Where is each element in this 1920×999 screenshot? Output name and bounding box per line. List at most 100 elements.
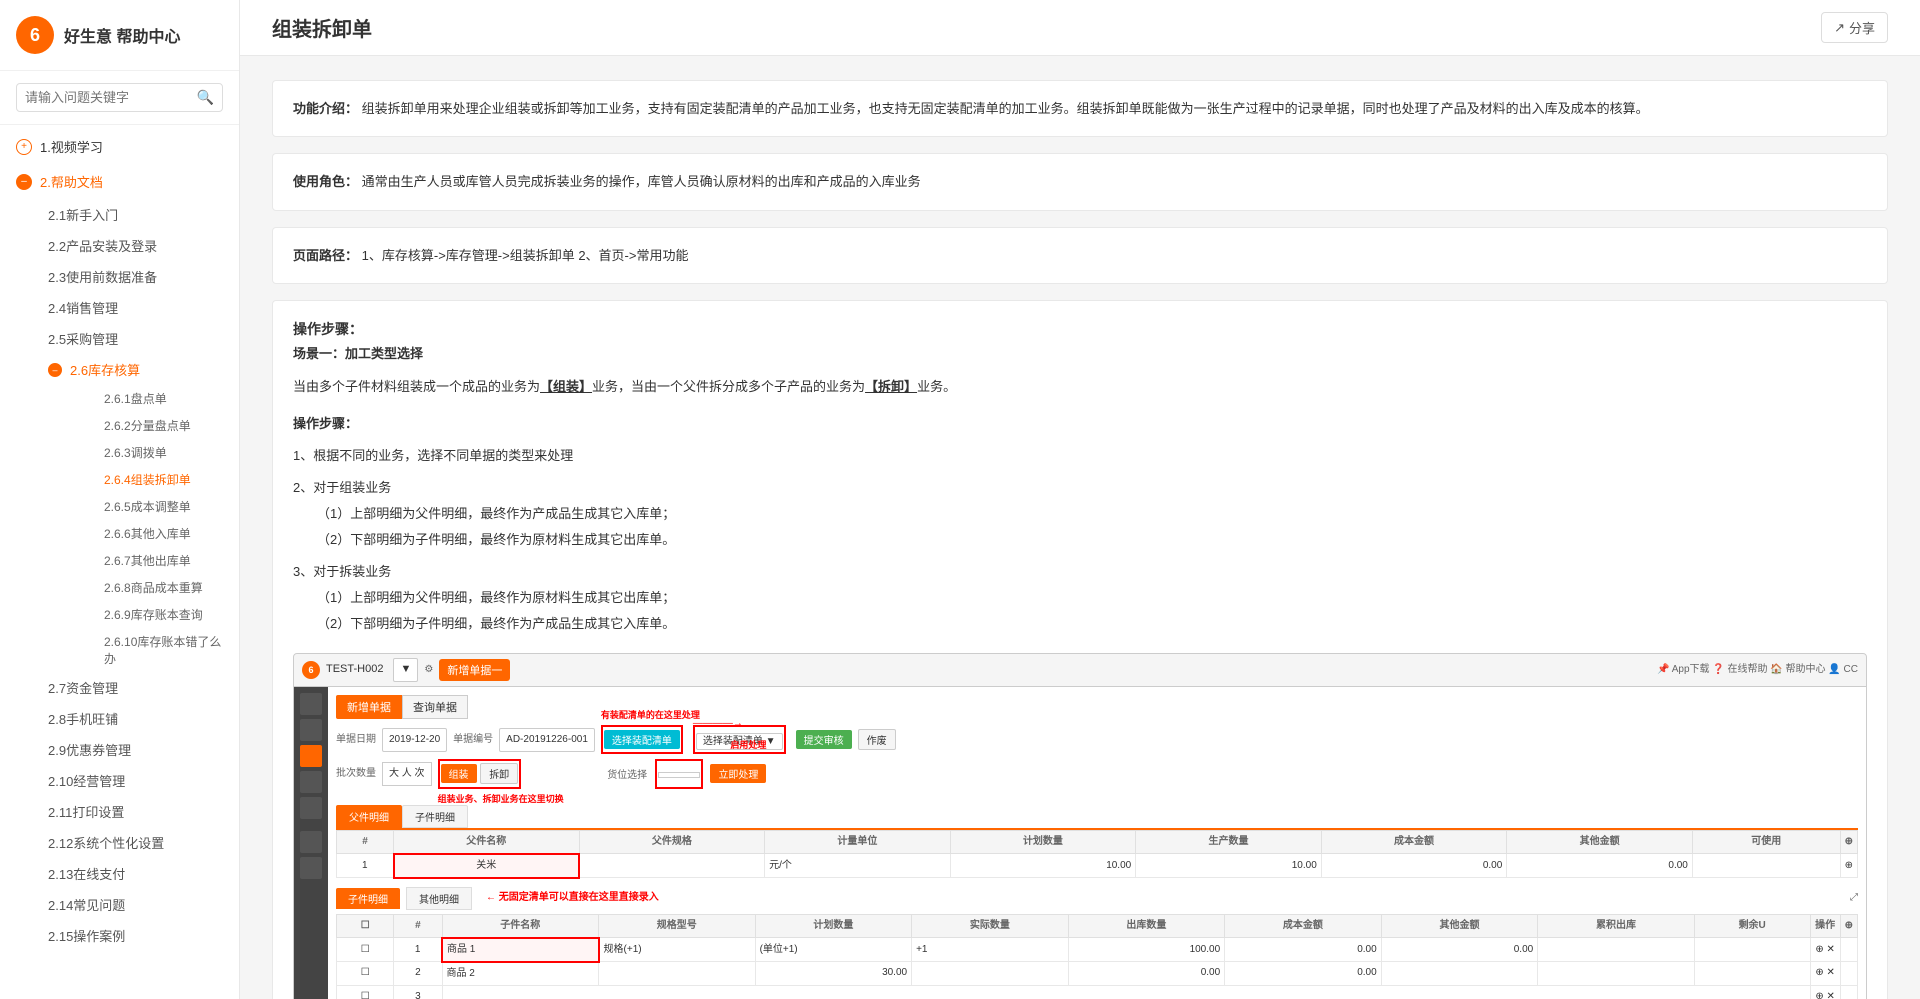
app-confirm-btn[interactable]: 立即处理 xyxy=(710,764,766,783)
sidebar-item-cost-reset[interactable]: 2.6.8商品成本重算 xyxy=(96,574,239,601)
cth-num: # xyxy=(394,914,442,938)
parent-header-row: # 父件名称 父件规格 计量单位 计划数量 生产数量 成本金额 其他金额 可使用 xyxy=(337,830,1858,854)
nav-icon-3[interactable] xyxy=(300,745,322,767)
app-tab-new[interactable]: 新增单据 xyxy=(336,695,402,719)
sidebar-item-install[interactable]: 2.2产品安装及登录 xyxy=(40,230,239,261)
child-table: ☐ # 子件名称 规格型号 计划数量 实际数量 出库数量 成本金额 其他金额 xyxy=(336,914,1858,999)
sidebar-item-sales[interactable]: 2.4销售管理 xyxy=(40,292,239,323)
th-action: ⊕ xyxy=(1840,830,1857,854)
app-assembly-toggle[interactable]: 组装 xyxy=(441,764,477,783)
input-num[interactable]: 大 人 次 xyxy=(382,762,432,786)
cth-action: 操作 xyxy=(1810,914,1840,938)
sidebar-label-inventory: 2.6库存核算 xyxy=(70,360,140,379)
td-cost: 0.00 xyxy=(1321,854,1507,878)
sidebar-item-mobile[interactable]: 2.8手机旺铺 xyxy=(40,703,239,734)
sidebar: 6 好生意 帮助中心 🔍 + 1.视频学习 – 2.帮助文档 2.1新手入门 2… xyxy=(0,0,240,999)
sidebar-item-other-out[interactable]: 2.6.7其他出库单 xyxy=(96,547,239,574)
child-section: 子件明细 其他明细 ← 无固定清单可以直接在这里直接录入 ⤢ xyxy=(336,887,1858,910)
sidebar-item-fund[interactable]: 2.7资金管理 xyxy=(40,672,239,703)
logo-area: 6 好生意 帮助中心 xyxy=(0,0,239,71)
table-row: 1 关米 元/个 10.00 10.00 0.00 0.00 xyxy=(337,854,1858,878)
tab-parent[interactable]: 父件明细 xyxy=(336,805,402,828)
parent-table: # 父件名称 父件规格 计量单位 计划数量 生产数量 成本金额 其他金额 可使用 xyxy=(336,830,1858,879)
th-parent-spec: 父件规格 xyxy=(579,830,765,854)
sidebar-item-coupon[interactable]: 2.9优惠券管理 xyxy=(40,734,239,765)
nav-icon-7[interactable] xyxy=(300,857,322,879)
form-row-2: 批次数量 大 人 次 组装 拆卸 组装业务、拆卸业务在这里切换 xyxy=(336,759,1858,788)
td-parent-name[interactable]: 关米 xyxy=(394,854,580,878)
label-date: 单据日期 xyxy=(336,731,376,749)
app-submit-btn[interactable]: 提交审核 xyxy=(796,730,852,749)
input-date[interactable]: 2019-12-20 xyxy=(382,728,447,752)
sidebar-item-personalize[interactable]: 2.12系统个性化设置 xyxy=(40,827,239,858)
app-left-nav xyxy=(294,687,328,999)
app-dropdown[interactable]: ▼ xyxy=(393,658,418,682)
sidebar-item-inventory[interactable]: – 2.6库存核算 xyxy=(40,354,239,385)
sidebar-item-other-in[interactable]: 2.6.6其他入库单 xyxy=(96,520,239,547)
tab-child-material[interactable]: 子件明细 xyxy=(336,888,400,909)
scene1-desc: 当由多个子件材料组装成一个成品的业务为【组装】业务，当由一个父件拆分成多个子产品… xyxy=(293,374,1867,400)
parent-table-body: 1 关米 元/个 10.00 10.00 0.00 0.00 xyxy=(337,854,1858,878)
td-action[interactable]: ⊕ xyxy=(1840,854,1857,878)
app-icons-group: ⚙ xyxy=(424,661,433,679)
label-num: 批次数量 xyxy=(336,765,376,783)
tab-material[interactable]: 子件明细 xyxy=(402,805,468,828)
share-button[interactable]: ↗ 分享 xyxy=(1821,12,1888,43)
step1: 1、根据不同的业务，选择不同单据的类型来处理 xyxy=(293,443,1867,469)
search-area: 🔍 xyxy=(0,71,239,125)
intro-block: 功能介绍： 组装拆卸单用来处理企业组装或拆卸等加工业务，支持有固定装配清单的产品… xyxy=(272,80,1888,137)
inventory-prefix: – xyxy=(48,363,62,377)
sidebar-item-cost-adjust[interactable]: 2.6.5成本调整单 xyxy=(96,493,239,520)
th-parent-name: 父件名称 xyxy=(394,830,580,854)
sidebar-item-cases[interactable]: 2.15操作案例 xyxy=(40,920,239,951)
sidebar-item-stock-split[interactable]: 2.6.2分量盘点单 xyxy=(96,412,239,439)
app-logo: 6 xyxy=(302,661,320,679)
app-refresh-icon[interactable]: ⚙ xyxy=(424,661,433,679)
app-screenshot: 6 TEST-H002 ▼ ⚙ 新增单据一 📌 App下载 ❓ 在线帮助 🏠 帮… xyxy=(293,653,1867,999)
tab-child-other[interactable]: 其他明细 xyxy=(406,887,472,910)
nav-prefix-video: + xyxy=(16,139,32,155)
scene1-heading: 场景一：加工类型选择 xyxy=(293,342,1867,365)
sidebar-item-faq[interactable]: 2.14常见问题 xyxy=(40,889,239,920)
app-new-doc-btn[interactable]: 新增单据一 xyxy=(439,659,510,681)
app-disassembly-toggle[interactable]: 拆卸 xyxy=(480,763,518,784)
arrow-annotation: ————→ xyxy=(693,715,743,733)
sidebar-item-print[interactable]: 2.11打印设置 xyxy=(40,796,239,827)
nav-icon-4[interactable] xyxy=(300,771,322,793)
nav-icon-5[interactable] xyxy=(300,797,322,819)
table-row: ☐ 2 商品 2 30.00 0.00 0.00 xyxy=(337,962,1858,986)
nav-icon-6[interactable] xyxy=(300,831,322,853)
sidebar-item-stock-query[interactable]: 2.6.9库存账本查询 xyxy=(96,601,239,628)
nav-icon-2[interactable] xyxy=(300,719,322,741)
nav-icon-1[interactable] xyxy=(300,693,322,715)
sidebar-item-video[interactable]: + 1.视频学习 xyxy=(0,129,239,164)
app-assembly-btn[interactable]: 选择装配清单 xyxy=(604,730,680,749)
search-box[interactable]: 🔍 xyxy=(16,83,223,112)
intro-text: 功能介绍： 组装拆卸单用来处理企业组装或拆卸等加工业务，支持有固定装配清单的产品… xyxy=(293,97,1867,120)
app-tab-other[interactable]: 查询单据 xyxy=(402,695,468,719)
child-annotation: ← 无固定清单可以直接在这里直接录入 xyxy=(486,889,659,907)
sidebar-item-stocktake[interactable]: 2.6.1盘点单 xyxy=(96,385,239,412)
search-input[interactable] xyxy=(25,90,197,105)
sidebar-item-purchase[interactable]: 2.5采购管理 xyxy=(40,323,239,354)
th-cost: 成本金额 xyxy=(1321,830,1507,854)
step3-2: （2）下部明细为子件明细，最终作为产成品生成其它入库单。 xyxy=(293,611,1867,637)
sidebar-item-docs[interactable]: – 2.帮助文档 xyxy=(0,164,239,199)
sidebar-item-adjust[interactable]: 2.6.3调拨单 xyxy=(96,439,239,466)
table-row: ☐ 1 商品 1 规格(+1) (单位+1) +1 100.00 0.00 0. xyxy=(337,938,1858,962)
warehouse-input[interactable] xyxy=(658,772,700,778)
app-content-tabs: 父件明细 子件明细 xyxy=(336,805,1858,830)
sidebar-item-newcomer[interactable]: 2.1新手入门 xyxy=(40,199,239,230)
share-icon: ↗ xyxy=(1834,20,1845,36)
sidebar-item-account-error[interactable]: 2.6.10库存账本错了么办 xyxy=(96,628,239,672)
search-icon[interactable]: 🔍 xyxy=(197,89,214,106)
expand-icon[interactable]: ⤢ xyxy=(1850,889,1858,907)
sidebar-item-online-payment[interactable]: 2.13在线支付 xyxy=(40,858,239,889)
sidebar-item-data-prep[interactable]: 2.3使用前数据准备 xyxy=(40,261,239,292)
app-form-area: 新增单据 查询单据 单据日期 2019-12-20 单据编号 AD-201912… xyxy=(328,687,1866,999)
input-no[interactable]: AD-20191226-001 xyxy=(499,728,595,752)
main-area: 组装拆卸单 ↗ 分享 功能介绍： 组装拆卸单用来处理企业组装或拆卸等加工业务，支… xyxy=(240,0,1920,999)
sidebar-item-assembly[interactable]: 2.6.4组装拆卸单 xyxy=(96,466,239,493)
app-delete-btn[interactable]: 作废 xyxy=(858,729,896,750)
sidebar-item-operations[interactable]: 2.10经营管理 xyxy=(40,765,239,796)
